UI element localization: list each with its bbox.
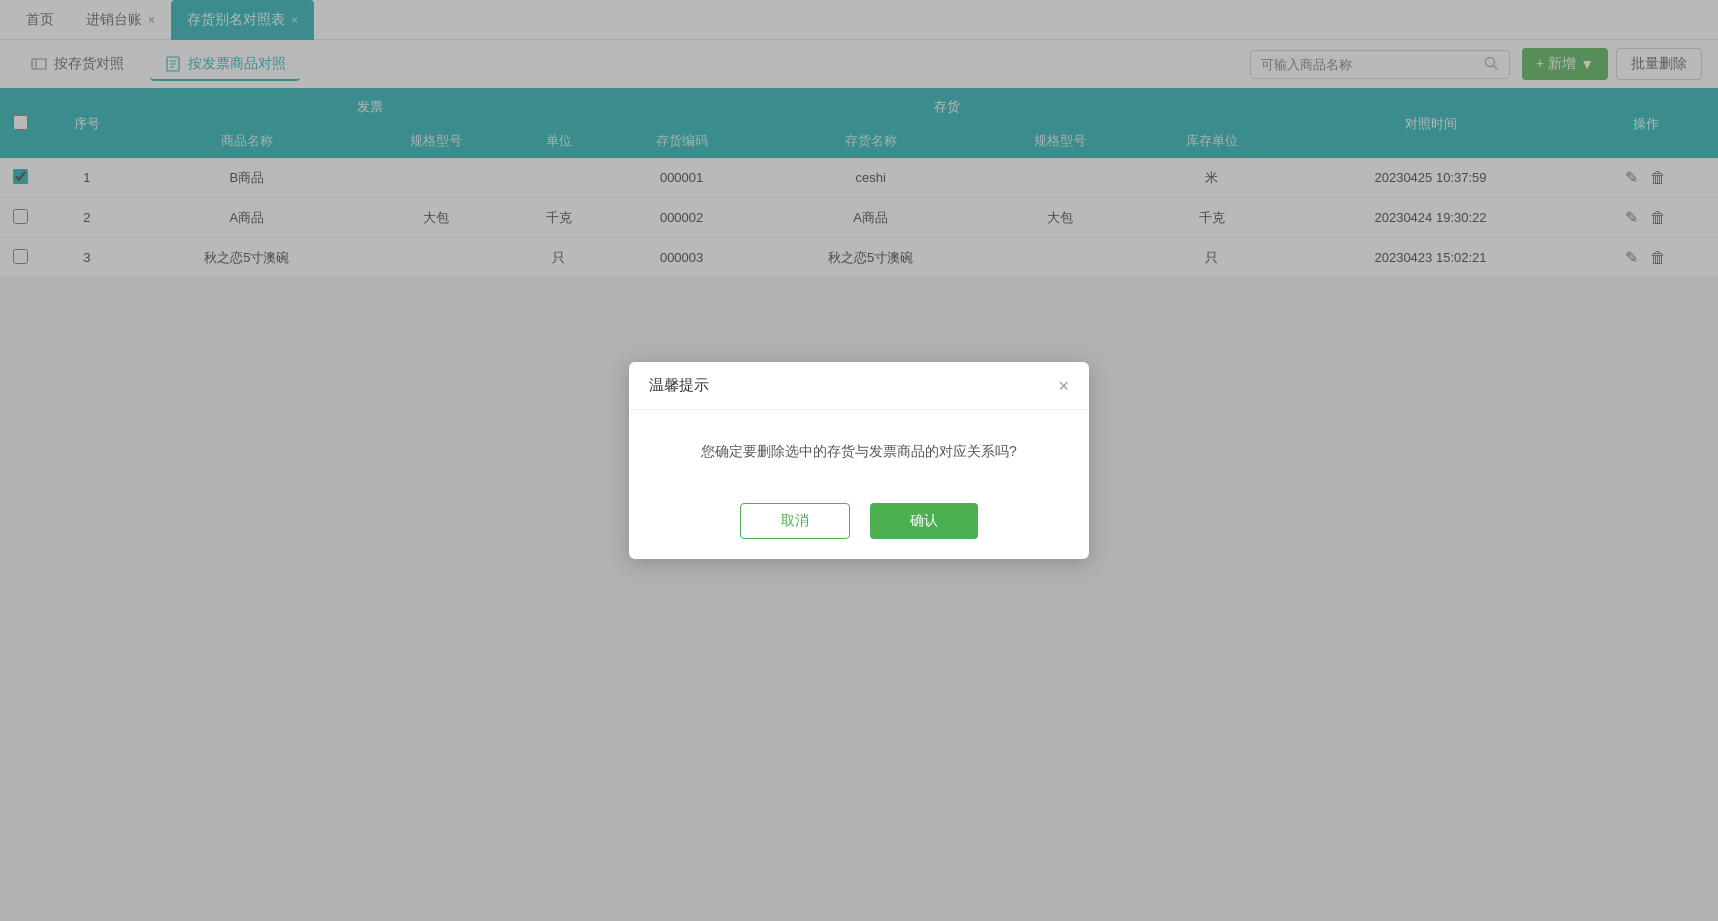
- modal-overlay: 温馨提示 × 您确定要删除选中的存货与发票商品的对应关系吗? 取消 确认: [0, 0, 1718, 278]
